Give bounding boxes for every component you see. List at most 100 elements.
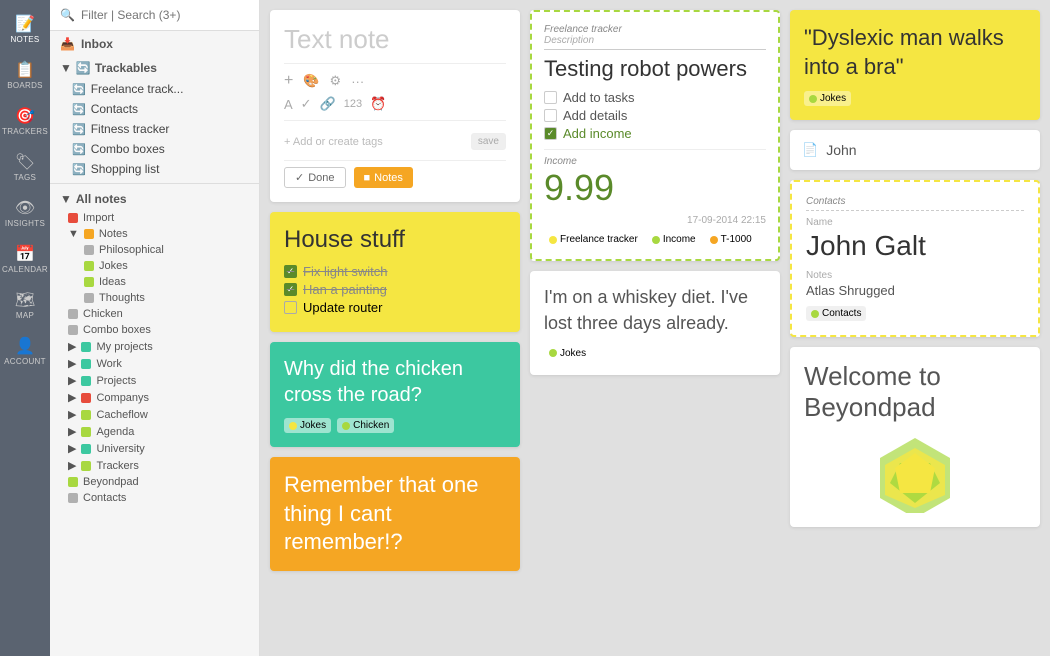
nav-account[interactable]: 👤 ACCOUNT [3, 330, 47, 374]
trackable-refresh-icon-3: 🔄 [72, 123, 86, 136]
nav-notes[interactable]: 📝 NOTES [3, 8, 47, 52]
john-galt-card[interactable]: Contacts Name John Galt Notes Atlas Shru… [790, 180, 1040, 337]
whiskey-footer: Jokes [544, 346, 766, 361]
john-galt-name: John Galt [806, 230, 1024, 262]
sidebar-item-import[interactable]: Import [58, 210, 259, 226]
t1000-tag[interactable]: T-1000 [705, 232, 757, 247]
contacts-tag[interactable]: Contacts [806, 306, 866, 321]
sidebar-item-contacts-bottom[interactable]: Contacts [58, 490, 259, 506]
add-icon[interactable]: + [284, 72, 293, 90]
sidebar-item-university[interactable]: ▶ University [58, 440, 259, 457]
font-icon[interactable]: A [284, 97, 293, 112]
check-add-details[interactable] [544, 109, 557, 122]
clock-icon[interactable]: ⏰ [370, 96, 386, 112]
nav-insights[interactable]: 👁 INSIGHTS [3, 192, 47, 236]
whiskey-card[interactable]: I'm on a whiskey diet. I've lost three d… [530, 271, 780, 374]
dyslexic-footer: Jokes [804, 91, 1026, 106]
sidebar-item-combo[interactable]: Combo boxes [58, 322, 259, 338]
notes-nav-icon: 📝 [15, 17, 35, 33]
search-icon: 🔍 [60, 8, 75, 22]
check-update-router[interactable] [284, 301, 297, 314]
nav-boards[interactable]: 📋 BOARDS [3, 54, 47, 98]
trackable-combo[interactable]: 🔄 Combo boxes [62, 139, 259, 159]
check-add-income[interactable]: ✓ [544, 127, 557, 140]
category-philosophical[interactable]: Philosophical [74, 242, 259, 258]
sidebar-item-cacheflow[interactable]: ▶ Cacheflow [58, 406, 259, 423]
trackable-refresh-icon-5: 🔄 [72, 163, 86, 176]
column-1: Text note + 🎨 ⚙ ··· A ✓ 🔗 123 ⏰ + A [270, 10, 520, 646]
link-icon[interactable]: 🔗 [320, 96, 336, 112]
agenda-dot [81, 427, 91, 437]
number-icon[interactable]: 123 [344, 98, 362, 110]
nav-trackers[interactable]: 🎯 TRACKERS [3, 100, 47, 144]
freelance-tracker-card[interactable]: Freelance tracker Description Testing ro… [530, 10, 780, 261]
save-button[interactable]: save [471, 133, 506, 150]
cacheflow-dot [81, 410, 91, 420]
category-thoughts[interactable]: Thoughts [74, 290, 259, 306]
category-ideas[interactable]: Ideas [74, 274, 259, 290]
check-han-painting[interactable]: ✓ [284, 283, 297, 296]
check-fix-light[interactable]: ✓ [284, 265, 297, 278]
dyslexic-jokes-tag[interactable]: Jokes [804, 91, 851, 106]
nav-tags[interactable]: 🏷 TAGS [3, 146, 47, 190]
sidebar-item-agenda[interactable]: ▶ Agenda [58, 423, 259, 440]
trackers-nav-icon: 🎯 [15, 109, 35, 125]
palette-icon[interactable]: 🎨 [303, 73, 319, 89]
all-notes-header[interactable]: ▼ All notes [50, 188, 259, 210]
dyslexic-jokes-dot [809, 95, 817, 103]
sidebar-item-companys[interactable]: ▶ Companys [58, 389, 259, 406]
combo-dot [68, 325, 78, 335]
trackables-refresh-icon: 🔄 [76, 61, 91, 75]
text-note-divider [284, 63, 506, 64]
trackable-contacts[interactable]: 🔄 Contacts [62, 99, 259, 119]
sidebar-item-trackers[interactable]: ▶ Trackers [58, 457, 259, 474]
dyslexic-card[interactable]: "Dyslexic man walks into a bra" Jokes [790, 10, 1040, 120]
gear-icon[interactable]: ⚙ [330, 73, 342, 89]
task-add-details[interactable]: Add details [544, 108, 766, 123]
category-jokes[interactable]: Jokes [74, 258, 259, 274]
notes-grid: Text note + 🎨 ⚙ ··· A ✓ 🔗 123 ⏰ + A [260, 0, 1050, 656]
chicken-chicken-tag[interactable]: Chicken [337, 418, 394, 433]
sidebar-item-work[interactable]: ▶ Work [58, 355, 259, 372]
more-icon[interactable]: ··· [351, 74, 364, 89]
sidebar-item-projects[interactable]: ▶ Projects [58, 372, 259, 389]
text-note-divider-2 [284, 120, 506, 121]
chicken-jokes-tag[interactable]: Jokes [284, 418, 331, 433]
john-simple-card[interactable]: 📄 John [790, 130, 1040, 170]
text-note-card[interactable]: Text note + 🎨 ⚙ ··· A ✓ 🔗 123 ⏰ + A [270, 10, 520, 202]
done-icon: ✓ [295, 171, 304, 184]
nav-map[interactable]: 🗺 MAP [3, 284, 47, 328]
chicken-card[interactable]: Why did the chicken cross the road? Joke… [270, 342, 520, 447]
sidebar-search-bar[interactable]: 🔍 [50, 0, 259, 31]
sidebar-item-chicken[interactable]: Chicken [58, 306, 259, 322]
university-chevron: ▶ [68, 442, 76, 455]
done-button[interactable]: ✓ Done [284, 167, 346, 188]
atlas-shrugged: Atlas Shrugged [806, 283, 1024, 298]
trackable-freelance[interactable]: 🔄 Freelance track... [62, 79, 259, 99]
whiskey-jokes-tag[interactable]: Jokes [544, 346, 591, 361]
main-content: Text note + 🎨 ⚙ ··· A ✓ 🔗 123 ⏰ + A [260, 0, 1050, 656]
check-icon[interactable]: ✓ [301, 96, 312, 112]
sidebar-item-notes-group[interactable]: ▼ Notes [58, 226, 259, 242]
income-tag[interactable]: Income [647, 232, 701, 247]
trackables-header[interactable]: ▼ 🔄 Trackables [50, 57, 259, 79]
sidebar-item-myprojects[interactable]: ▶ My projects [58, 338, 259, 355]
calendar-nav-icon: 📅 [15, 247, 35, 263]
task-add-income[interactable]: ✓ Add income [544, 126, 766, 141]
check-add-tasks[interactable] [544, 91, 557, 104]
task-add-to-tasks[interactable]: Add to tasks [544, 90, 766, 105]
sidebar-item-beyondpad[interactable]: Beyondpad [58, 474, 259, 490]
trackable-shopping[interactable]: 🔄 Shopping list [62, 159, 259, 179]
search-input[interactable] [81, 8, 249, 22]
trackable-fitness[interactable]: 🔄 Fitness tracker [62, 119, 259, 139]
remember-card[interactable]: Remember that one thing I cant remember!… [270, 457, 520, 571]
name-label: Name [806, 217, 1024, 228]
freelance-tracker-tag[interactable]: Freelance tracker [544, 232, 643, 247]
trackers-item-dot [81, 461, 91, 471]
house-stuff-card[interactable]: House stuff ✓ Fix light switch ✓ Han a p… [270, 212, 520, 332]
nav-calendar[interactable]: 📅 CALENDAR [3, 238, 47, 282]
notes-button[interactable]: ■ Notes [354, 167, 413, 188]
freelance-tracker-title: Testing robot powers [544, 56, 766, 82]
sidebar-item-inbox[interactable]: 📥 Inbox [50, 31, 259, 57]
insights-nav-icon: 👁 [15, 201, 35, 217]
